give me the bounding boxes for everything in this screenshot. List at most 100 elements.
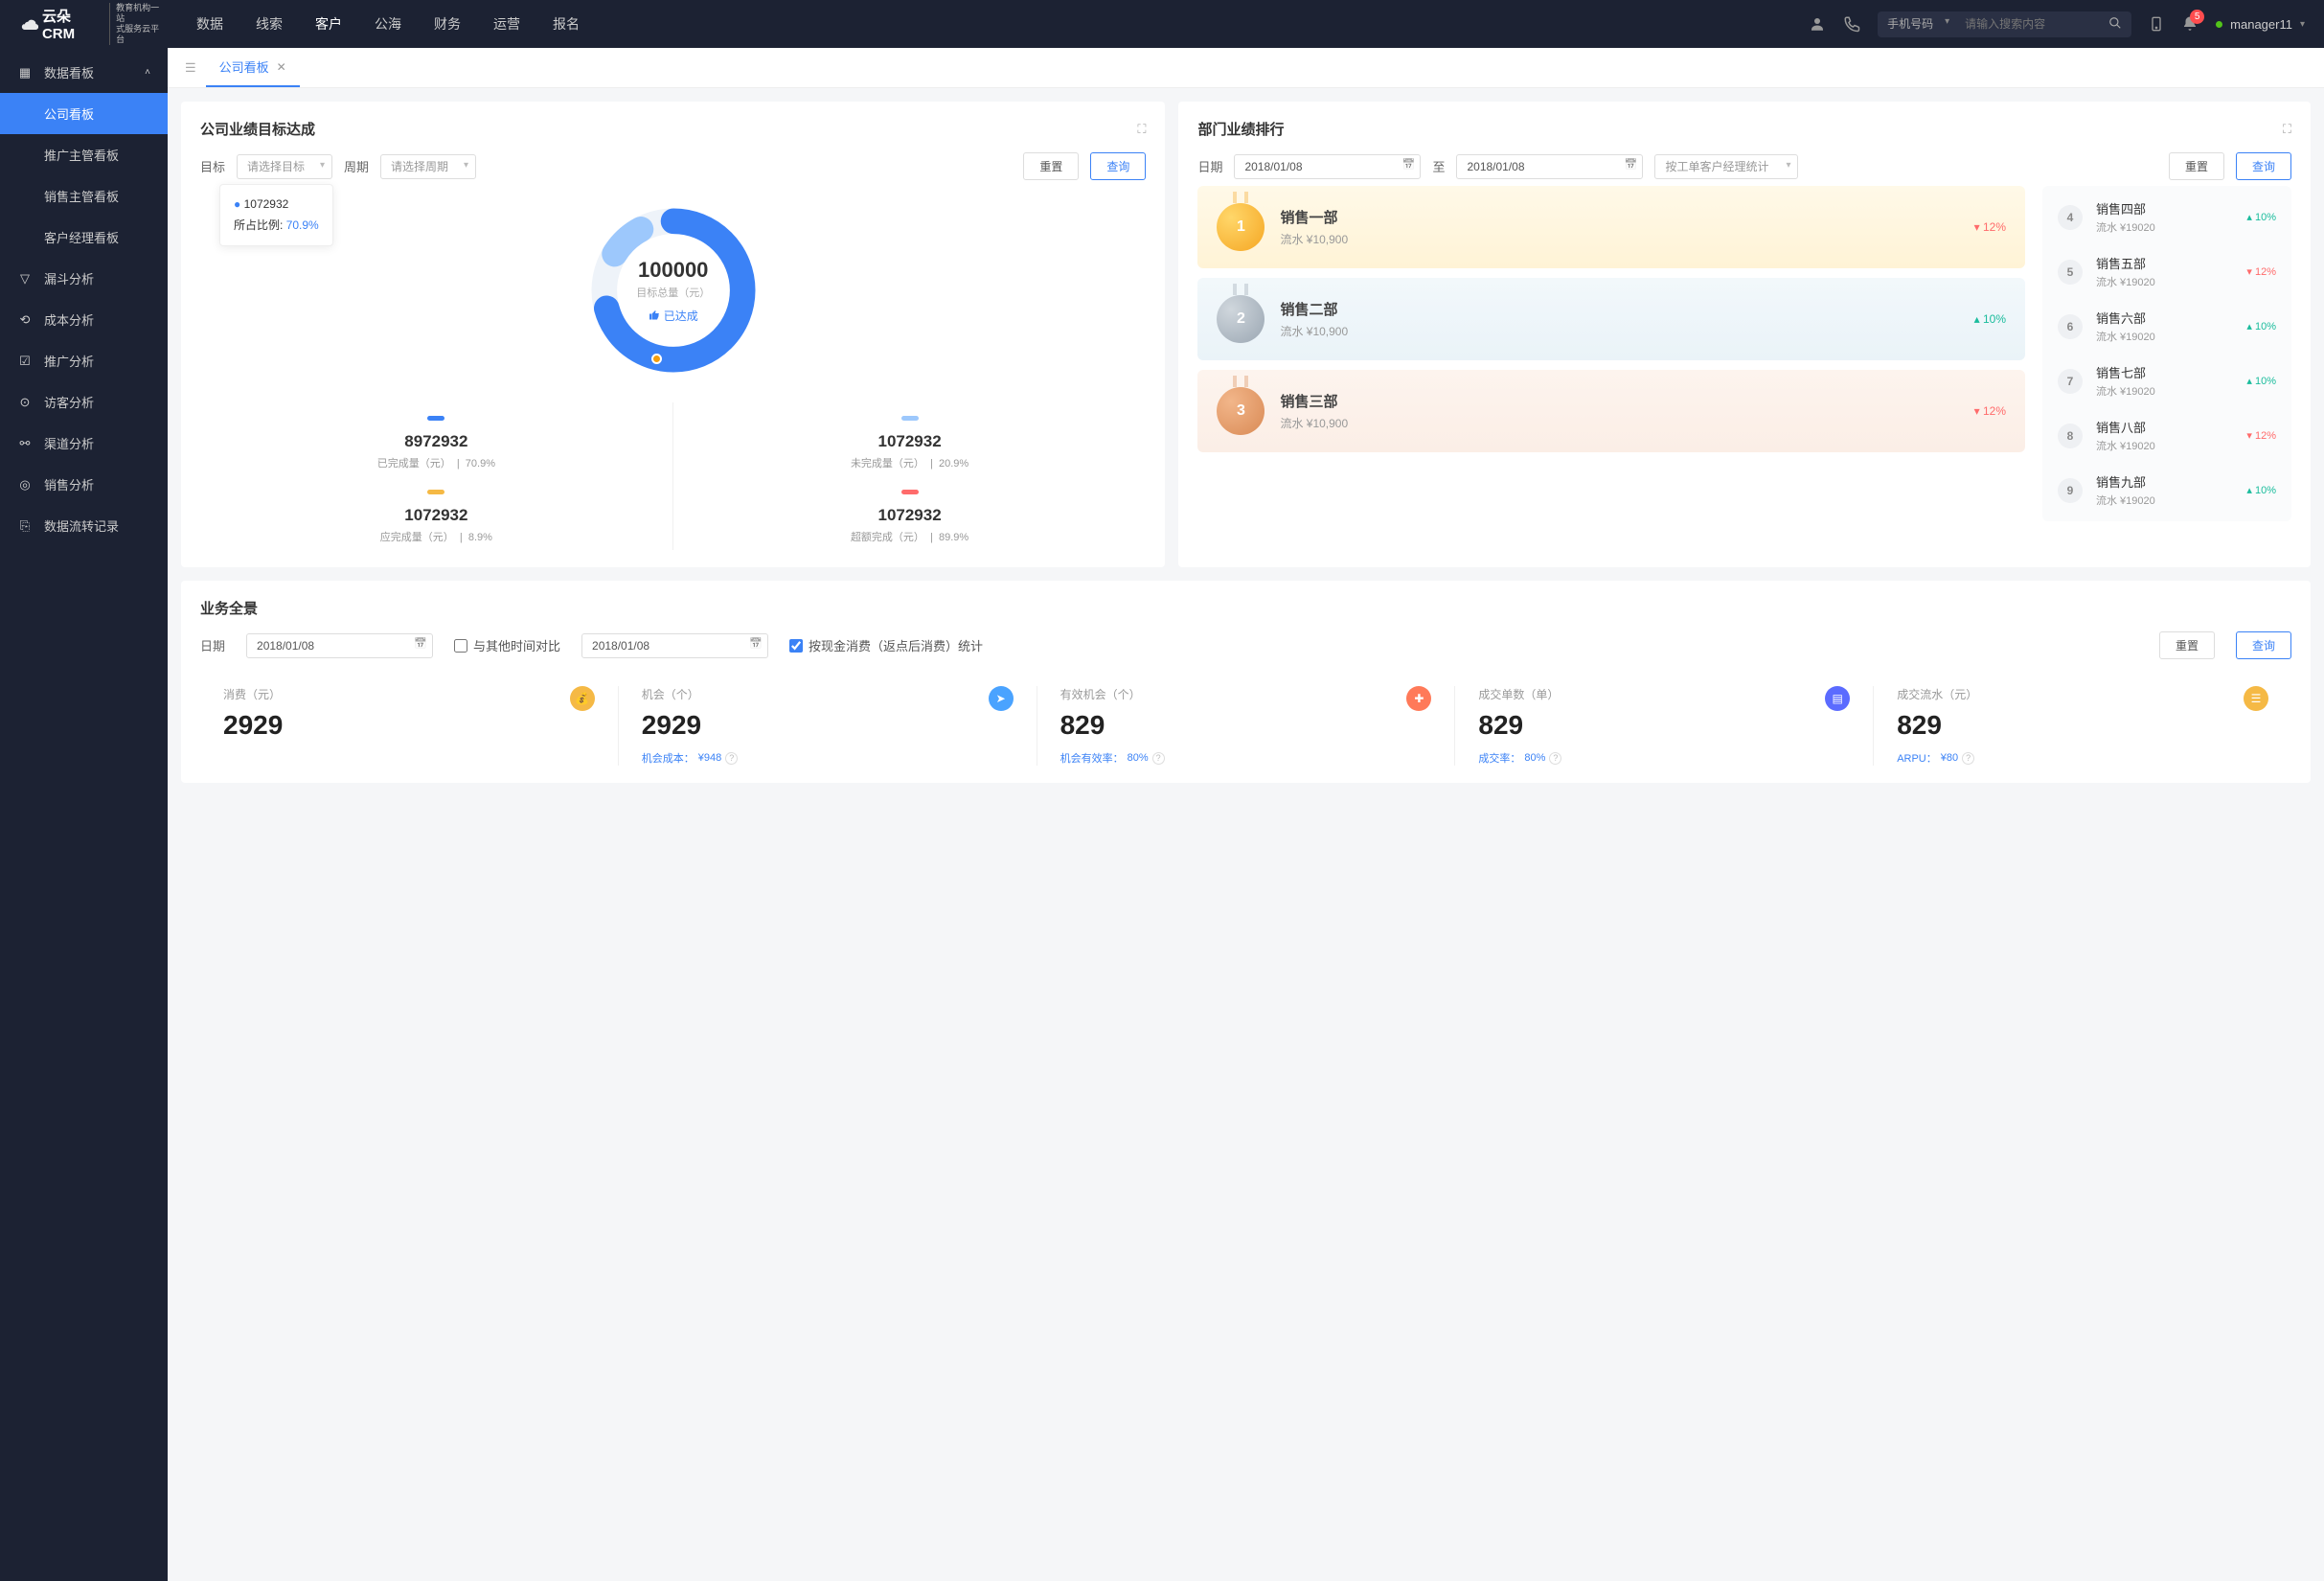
- rank-sub: 流水 ¥10,900: [1280, 415, 1958, 431]
- brand-tagline: 教育机构一站式服务云平台: [109, 3, 168, 44]
- help-icon[interactable]: ?: [725, 752, 738, 765]
- rank-row[interactable]: 7销售七部流水 ¥19020▴ 10%: [2042, 354, 2291, 408]
- query-button[interactable]: 查询: [2236, 631, 2291, 659]
- rank-sub: 流水 ¥19020: [2096, 438, 2233, 453]
- sidebar-item-销售主管看板[interactable]: 销售主管看板: [0, 175, 168, 217]
- nav-item-运营[interactable]: 运营: [493, 14, 520, 34]
- sidebar-item-客户经理看板[interactable]: 客户经理看板: [0, 217, 168, 258]
- tab-menu-icon[interactable]: ☰: [175, 60, 206, 76]
- sidebar-item-成本分析[interactable]: ⟲成本分析: [0, 299, 168, 340]
- rank-row[interactable]: 4销售四部流水 ¥19020▴ 10%: [2042, 190, 2291, 244]
- sidebar-item-渠道分析[interactable]: ⚯渠道分析: [0, 423, 168, 464]
- date-to-input[interactable]: [1456, 154, 1643, 179]
- stat-title: 成交流水（元）: [1897, 688, 1977, 701]
- filter-label: 日期: [200, 636, 225, 654]
- target-select[interactable]: 请选择目标: [237, 154, 332, 179]
- top-nav: 云朵CRM 教育机构一站式服务云平台 数据 线索 客户 公海 财务 运营 报名 手机号码 5…: [0, 0, 2324, 48]
- query-button[interactable]: 查询: [2236, 152, 2291, 180]
- rank-row[interactable]: 9销售九部流水 ¥19020▴ 10%: [2042, 463, 2291, 517]
- dashboard-icon: ▦: [17, 65, 33, 80]
- rank-pct: ▴ 10%: [2246, 320, 2276, 332]
- search-button[interactable]: [2099, 11, 2131, 37]
- chevron-up-icon: ˄: [145, 67, 150, 78]
- rank-card-1[interactable]: 1销售一部流水 ¥10,900▾ 12%: [1197, 186, 2025, 268]
- user-menu[interactable]: manager11 ▾: [2216, 17, 2305, 32]
- search-group: 手机号码: [1878, 11, 2131, 37]
- sidebar-item-漏斗分析[interactable]: ▽漏斗分析: [0, 258, 168, 299]
- compare-date-input[interactable]: [581, 633, 768, 658]
- sidebar-item-公司看板[interactable]: 公司看板: [0, 93, 168, 134]
- reset-button[interactable]: 重置: [2169, 152, 2224, 180]
- compare-checkbox[interactable]: 与其他时间对比: [454, 636, 560, 654]
- nav-item-报名[interactable]: 报名: [553, 14, 580, 34]
- stat-icon: ✚: [1406, 686, 1431, 711]
- phone-icon[interactable]: [1843, 15, 1860, 33]
- rank-name: 销售七部: [2096, 363, 2233, 381]
- overview-date-input[interactable]: [246, 633, 433, 658]
- stat-value: 1072932: [877, 432, 941, 451]
- reset-button[interactable]: 重置: [2159, 631, 2215, 659]
- card-ranking: 部门业绩排行 ⛶ 日期 至 按工单客户经理统计 重置 查询 1销售一部流水 ¥1…: [1178, 102, 2311, 567]
- nav-item-线索[interactable]: 线索: [256, 14, 283, 34]
- sidebar-item-推广分析[interactable]: ☑推广分析: [0, 340, 168, 381]
- stat-sub: 机会有效率：80% ?: [1060, 750, 1432, 766]
- menu-icon: ▽: [17, 271, 33, 286]
- menu-icon: ⟲: [17, 312, 33, 328]
- card-overview: 业务全景 日期 与其他时间对比 按现金消费（返点后消费）统计 重置 查询 消费（…: [181, 581, 2311, 783]
- menu-icon: ⎘: [17, 518, 33, 534]
- rank-row[interactable]: 6销售六部流水 ¥19020▴ 10%: [2042, 299, 2291, 354]
- reset-button[interactable]: 重置: [1023, 152, 1079, 180]
- rank-row[interactable]: 8销售八部流水 ¥19020▾ 12%: [2042, 408, 2291, 463]
- rank-name: 销售八部: [2096, 418, 2233, 436]
- nav-item-公海[interactable]: 公海: [375, 14, 401, 34]
- status-dot: [2216, 21, 2222, 28]
- rank-row[interactable]: 5销售五部流水 ¥19020▾ 12%: [2042, 244, 2291, 299]
- sidebar-item-销售分析[interactable]: ◎销售分析: [0, 464, 168, 505]
- card-title: 业务全景: [200, 598, 258, 618]
- notification-icon[interactable]: 5: [2181, 15, 2199, 33]
- medal-icon: 1: [1217, 203, 1265, 251]
- sidebar-item-数据流转记录[interactable]: ⎘数据流转记录: [0, 505, 168, 546]
- rank-pct: ▴ 10%: [2246, 484, 2276, 496]
- help-icon[interactable]: ?: [1549, 752, 1561, 765]
- tab-company-board[interactable]: 公司看板 ✕: [206, 48, 300, 87]
- expand-icon[interactable]: ⛶: [2283, 122, 2291, 137]
- rank-card-3[interactable]: 3销售三部流水 ¥10,900▾ 12%: [1197, 370, 2025, 452]
- sidebar-item-推广主管看板[interactable]: 推广主管看板: [0, 134, 168, 175]
- rank-pct: ▴ 10%: [1974, 312, 2006, 326]
- logo[interactable]: 云朵CRM 教育机构一站式服务云平台: [19, 3, 168, 44]
- search-input[interactable]: [1955, 11, 2099, 37]
- query-button[interactable]: 查询: [1090, 152, 1146, 180]
- date-from-input[interactable]: [1234, 154, 1421, 179]
- help-icon[interactable]: ?: [1962, 752, 1974, 765]
- sidebar-item-访客分析[interactable]: ⊙访客分析: [0, 381, 168, 423]
- goal-total-label: 目标总量（元）: [636, 285, 710, 300]
- stat-title: 有效机会（个）: [1060, 688, 1141, 701]
- rank-name: 销售九部: [2096, 472, 2233, 491]
- rank-sub: 流水 ¥19020: [2096, 493, 2233, 508]
- rank-name: 销售五部: [2096, 254, 2233, 272]
- mobile-icon[interactable]: [2149, 15, 2164, 33]
- user-icon[interactable]: [1809, 15, 1826, 33]
- notification-badge: 5: [2190, 10, 2204, 24]
- nav-item-客户[interactable]: 客户: [315, 14, 342, 34]
- rank-card-2[interactable]: 2销售二部流水 ¥10,900▴ 10%: [1197, 278, 2025, 360]
- rank-sub: 流水 ¥10,900: [1280, 231, 1958, 247]
- stat-sub: ARPU：¥80 ?: [1897, 750, 2268, 766]
- expand-icon[interactable]: ⛶: [1137, 122, 1146, 137]
- rank-pct: ▾ 12%: [2246, 429, 2276, 442]
- rank-pct: ▾ 12%: [1974, 220, 2006, 234]
- sidebar-group-dashboard[interactable]: ▦ 数据看板 ˄: [0, 52, 168, 93]
- help-icon[interactable]: ?: [1152, 752, 1165, 765]
- rank-number: 7: [2058, 369, 2083, 394]
- cash-checkbox[interactable]: 按现金消费（返点后消费）统计: [789, 636, 983, 654]
- close-icon[interactable]: ✕: [277, 60, 286, 74]
- card-goal: 公司业绩目标达成 ⛶ 目标 请选择目标 周期 请选择周期 重置 查询 ● 107…: [181, 102, 1165, 567]
- stat-sub: 成交率：80% ?: [1478, 750, 1850, 766]
- period-select[interactable]: 请选择周期: [380, 154, 476, 179]
- nav-item-财务[interactable]: 财务: [434, 14, 461, 34]
- nav-item-数据[interactable]: 数据: [196, 14, 223, 34]
- groupby-select[interactable]: 按工单客户经理统计: [1654, 154, 1798, 179]
- goal-stat: 1072932应完成量（元） | 8.9%: [200, 476, 673, 550]
- search-type-select[interactable]: 手机号码: [1878, 11, 1955, 37]
